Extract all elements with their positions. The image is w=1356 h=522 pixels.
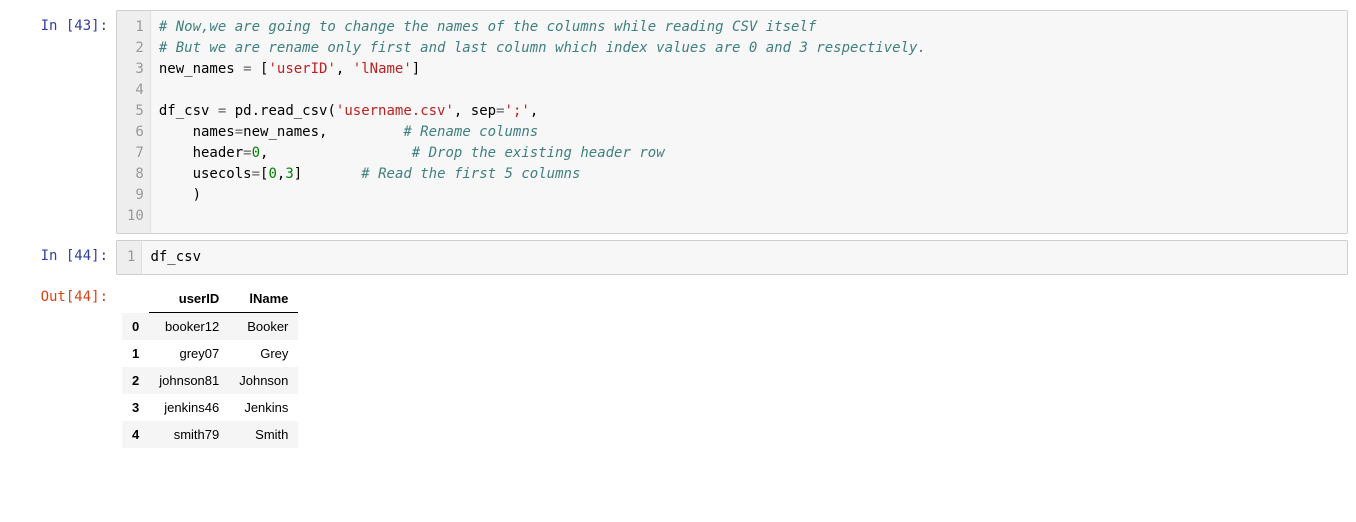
cell: jenkins46 bbox=[149, 394, 229, 421]
row-index: 4 bbox=[122, 421, 149, 448]
row-index: 0 bbox=[122, 313, 149, 341]
index-header bbox=[122, 285, 149, 313]
cell: Booker bbox=[229, 313, 298, 341]
cell: booker12 bbox=[149, 313, 229, 341]
table-row: 0 booker12 Booker bbox=[122, 313, 298, 341]
table-row: 2 johnson81 Johnson bbox=[122, 367, 298, 394]
code-input-44[interactable]: 1 df_csv bbox=[116, 240, 1348, 275]
col-header: userID bbox=[149, 285, 229, 313]
input-cell-44: In [44]: 1 df_csv bbox=[8, 240, 1348, 275]
row-index: 2 bbox=[122, 367, 149, 394]
row-index: 3 bbox=[122, 394, 149, 421]
code-text[interactable]: df_csv bbox=[142, 241, 1347, 274]
table-row: 1 grey07 Grey bbox=[122, 340, 298, 367]
prompt-in-43: In [43]: bbox=[8, 10, 116, 37]
col-header: lName bbox=[229, 285, 298, 313]
output-area: userID lName 0 booker12 Booker 1 grey07 … bbox=[116, 281, 1348, 448]
dataframe-table: userID lName 0 booker12 Booker 1 grey07 … bbox=[122, 285, 298, 448]
output-cell-44: Out[44]: userID lName 0 booker12 Booker … bbox=[8, 281, 1348, 448]
cell: Jenkins bbox=[229, 394, 298, 421]
cell: grey07 bbox=[149, 340, 229, 367]
cell: Grey bbox=[229, 340, 298, 367]
cell: Smith bbox=[229, 421, 298, 448]
line-gutter: 1 bbox=[117, 241, 142, 274]
table-row: 4 smith79 Smith bbox=[122, 421, 298, 448]
cell: johnson81 bbox=[149, 367, 229, 394]
cell: Johnson bbox=[229, 367, 298, 394]
prompt-out-44: Out[44]: bbox=[8, 281, 116, 308]
row-index: 1 bbox=[122, 340, 149, 367]
line-gutter: 1 2 3 4 5 6 7 8 9 10 bbox=[117, 11, 151, 233]
input-cell-43: In [43]: 1 2 3 4 5 6 7 8 9 10 # Now,we a… bbox=[8, 10, 1348, 234]
code-input-43[interactable]: 1 2 3 4 5 6 7 8 9 10 # Now,we are going … bbox=[116, 10, 1348, 234]
table-header-row: userID lName bbox=[122, 285, 298, 313]
table-row: 3 jenkins46 Jenkins bbox=[122, 394, 298, 421]
prompt-in-44: In [44]: bbox=[8, 240, 116, 267]
cell: smith79 bbox=[149, 421, 229, 448]
code-text[interactable]: # Now,we are going to change the names o… bbox=[151, 11, 1347, 233]
